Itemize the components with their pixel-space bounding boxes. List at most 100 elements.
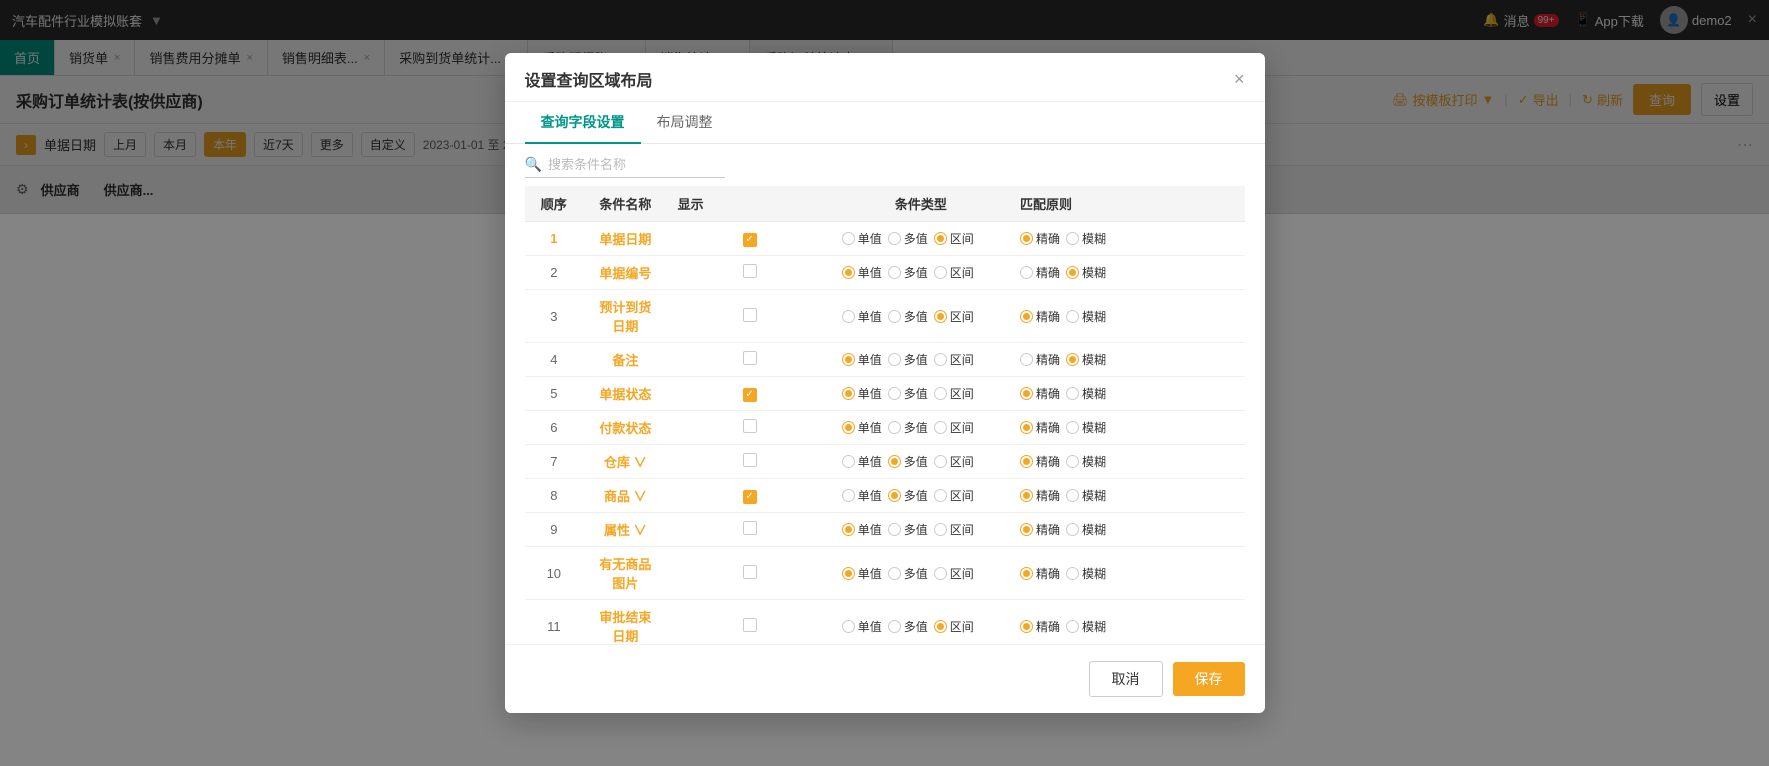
- radio-match-match_fuzzy[interactable]: 模糊: [1066, 521, 1106, 538]
- row-show-checkbox[interactable]: [668, 343, 832, 377]
- radio-match-match_exact[interactable]: 精确: [1020, 487, 1060, 504]
- radio-type-type_single[interactable]: 单值: [842, 308, 882, 325]
- radio-type-type_multi[interactable]: 多值: [888, 453, 928, 470]
- row-show-checkbox[interactable]: [668, 600, 832, 645]
- row-show-checkbox[interactable]: [668, 377, 832, 411]
- dialog-close-button[interactable]: ×: [1234, 69, 1245, 90]
- radio-type-type_single[interactable]: 单值: [842, 618, 882, 635]
- radio-type-type_multi[interactable]: 多值: [888, 385, 928, 402]
- radio-type-type_range[interactable]: 区间: [934, 264, 974, 281]
- radio-match-match_fuzzy[interactable]: 模糊: [1066, 264, 1106, 281]
- row-show-checkbox[interactable]: [668, 479, 832, 513]
- radio-type-type_range[interactable]: 区间: [934, 565, 974, 582]
- radio-type-type_single[interactable]: 单值: [842, 419, 882, 436]
- radio-type-type_range[interactable]: 区间: [934, 385, 974, 402]
- radio-match-match_fuzzy[interactable]: 模糊: [1066, 230, 1106, 247]
- radio-type-type_range[interactable]: 区间: [934, 351, 974, 368]
- checkbox[interactable]: [743, 521, 757, 535]
- radio-type-type_multi[interactable]: 多值: [888, 521, 928, 538]
- dialog-tab-query-fields[interactable]: 查询字段设置: [525, 102, 641, 144]
- radio-type-type_single[interactable]: 单值: [842, 487, 882, 504]
- radio-match-match_exact[interactable]: 精确: [1020, 308, 1060, 325]
- cancel-button[interactable]: 取消: [1089, 661, 1163, 697]
- checkbox[interactable]: [743, 264, 757, 278]
- radio-match-match_fuzzy[interactable]: 模糊: [1066, 308, 1106, 325]
- save-button[interactable]: 保存: [1173, 662, 1245, 696]
- checkbox[interactable]: [743, 419, 757, 433]
- radio-type-type_single[interactable]: 单值: [842, 453, 882, 470]
- radio-type-type_multi[interactable]: 多值: [888, 264, 928, 281]
- radio-type-type_single[interactable]: 单值: [842, 565, 882, 582]
- radio-type-type_single[interactable]: 单值: [842, 521, 882, 538]
- radio-type-type_range[interactable]: 区间: [934, 230, 974, 247]
- radio-type-type_range[interactable]: 区间: [934, 487, 974, 504]
- radio-circle: [934, 387, 947, 400]
- row-show-checkbox[interactable]: [668, 411, 832, 445]
- radio-match-match_exact[interactable]: 精确: [1020, 351, 1060, 368]
- radio-type-type_range[interactable]: 区间: [934, 453, 974, 470]
- radio-circle: [1020, 455, 1033, 468]
- search-input[interactable]: [548, 157, 708, 172]
- radio-type-type_multi[interactable]: 多值: [888, 565, 928, 582]
- radio-match-match_fuzzy[interactable]: 模糊: [1066, 385, 1106, 402]
- radio-circle: [1020, 232, 1033, 245]
- dialog-tab-layout[interactable]: 布局调整: [641, 102, 729, 144]
- radio-type-type_single[interactable]: 单值: [842, 230, 882, 247]
- radio-type-type_range[interactable]: 区间: [934, 521, 974, 538]
- radio-match-match_exact[interactable]: 精确: [1020, 618, 1060, 635]
- checkbox[interactable]: [743, 308, 757, 322]
- radio-match-match_fuzzy[interactable]: 模糊: [1066, 453, 1106, 470]
- radio-type-type_multi[interactable]: 多值: [888, 487, 928, 504]
- radio-type-type_single[interactable]: 单值: [842, 385, 882, 402]
- radio-match-match_fuzzy[interactable]: 模糊: [1066, 565, 1106, 582]
- checkbox[interactable]: [743, 453, 757, 467]
- radio-type-type_multi[interactable]: 多值: [888, 230, 928, 247]
- radio-type-type_multi[interactable]: 多值: [888, 308, 928, 325]
- checkbox[interactable]: [743, 388, 757, 402]
- radio-type-type_single[interactable]: 单值: [842, 351, 882, 368]
- row-match-rule: 精确模糊: [1010, 256, 1245, 290]
- row-show-checkbox[interactable]: [668, 222, 832, 256]
- radio-type-type_multi[interactable]: 多值: [888, 618, 928, 635]
- radio-match-match_exact[interactable]: 精确: [1020, 565, 1060, 582]
- checkbox[interactable]: [743, 565, 757, 579]
- table-row: 2单据编号单值多值区间精确模糊: [525, 256, 1245, 290]
- row-show-checkbox[interactable]: [668, 445, 832, 479]
- row-show-checkbox[interactable]: [668, 547, 832, 600]
- radio-type-type_single[interactable]: 单值: [842, 264, 882, 281]
- radio-type-type_multi[interactable]: 多值: [888, 351, 928, 368]
- radio-match-match_fuzzy[interactable]: 模糊: [1066, 351, 1106, 368]
- radio-match-match_exact[interactable]: 精确: [1020, 264, 1060, 281]
- modal-overlay: 设置查询区域布局 × 查询字段设置 布局调整 🔍 顺序 条件名称 显示: [0, 0, 1769, 766]
- checkbox[interactable]: [743, 233, 757, 247]
- checkbox[interactable]: [743, 490, 757, 504]
- row-show-checkbox[interactable]: [668, 290, 832, 343]
- radio-label: 多值: [904, 565, 928, 582]
- radio-label: 单值: [858, 419, 882, 436]
- row-order: 10: [525, 547, 584, 600]
- radio-match-match_fuzzy[interactable]: 模糊: [1066, 487, 1106, 504]
- row-show-checkbox[interactable]: [668, 256, 832, 290]
- radio-match-match_exact[interactable]: 精确: [1020, 230, 1060, 247]
- row-order: 4: [525, 343, 584, 377]
- radio-match-match_fuzzy[interactable]: 模糊: [1066, 419, 1106, 436]
- radio-circle: [1066, 310, 1079, 323]
- row-condition-name: 商品 ∨: [583, 479, 667, 513]
- row-show-checkbox[interactable]: [668, 513, 832, 547]
- radio-circle: [842, 266, 855, 279]
- radio-type-type_range[interactable]: 区间: [934, 308, 974, 325]
- radio-label: 精确: [1036, 230, 1060, 247]
- radio-match-match_exact[interactable]: 精确: [1020, 453, 1060, 470]
- checkbox[interactable]: [743, 351, 757, 365]
- radio-match-match_exact[interactable]: 精确: [1020, 419, 1060, 436]
- radio-match-match_exact[interactable]: 精确: [1020, 385, 1060, 402]
- radio-label: 模糊: [1082, 565, 1106, 582]
- radio-match-match_exact[interactable]: 精确: [1020, 521, 1060, 538]
- radio-type-type_multi[interactable]: 多值: [888, 419, 928, 436]
- radio-match-match_fuzzy[interactable]: 模糊: [1066, 618, 1106, 635]
- checkbox[interactable]: [743, 618, 757, 632]
- row-order: 7: [525, 445, 584, 479]
- radio-type-type_range[interactable]: 区间: [934, 419, 974, 436]
- radio-label: 精确: [1036, 453, 1060, 470]
- radio-type-type_range[interactable]: 区间: [934, 618, 974, 635]
